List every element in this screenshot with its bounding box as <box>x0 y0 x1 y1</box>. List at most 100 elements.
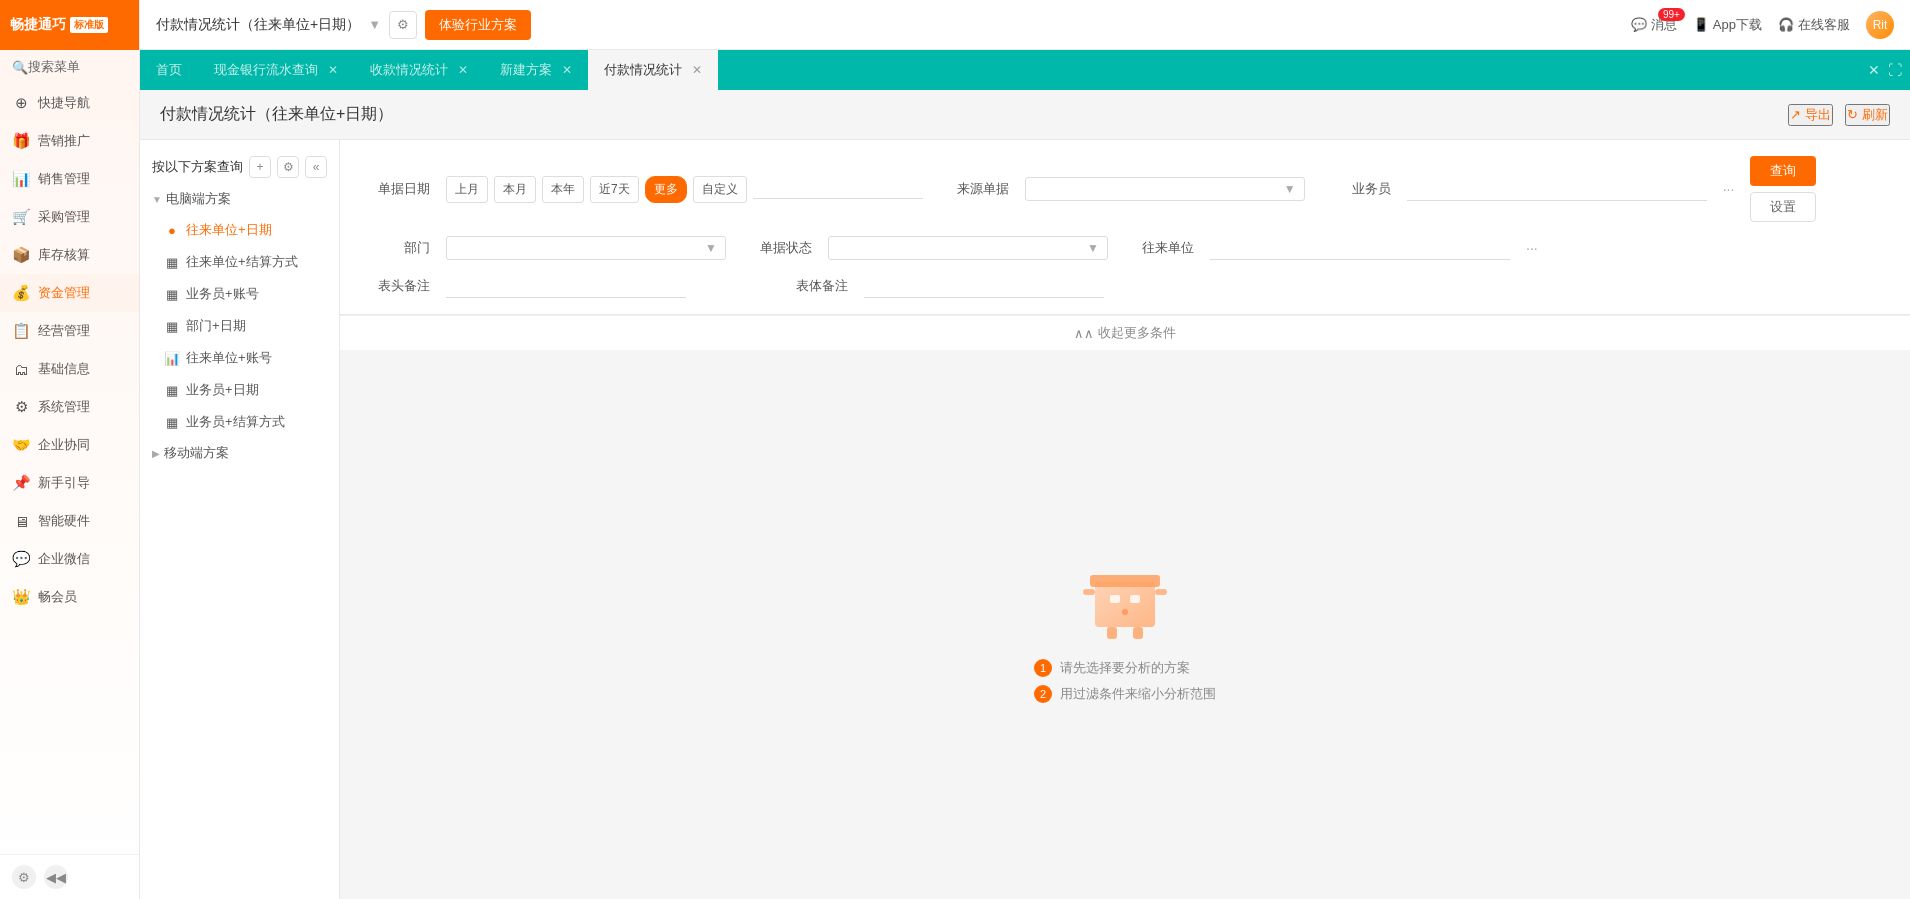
scheme-item-dept-date[interactable]: ▦ 部门+日期 <box>140 310 339 342</box>
tab-bank[interactable]: 现金银行流水查询 ✕ <box>198 50 354 90</box>
tab-label-home: 首页 <box>156 61 182 79</box>
scheme-item-counterpart-account[interactable]: 📊 往来单位+账号 <box>140 342 339 374</box>
refresh-btn[interactable]: ↻ 刷新 <box>1845 104 1890 126</box>
tab-close-receipt[interactable]: ✕ <box>458 63 468 77</box>
sidebar-item-member[interactable]: 👑 畅会员 <box>0 578 139 616</box>
empty-state: 1 请先选择要分析的方案 2 用过滤条件来缩小分析范围 <box>1034 547 1216 703</box>
app-download-btn[interactable]: 📱 App下载 <box>1693 16 1762 34</box>
scheme-item-counterpart-date[interactable]: ● 往来单位+日期 <box>140 214 339 246</box>
header-note-label: 表头备注 <box>360 277 430 295</box>
status-select[interactable]: ▼ <box>828 236 1108 260</box>
sidebar-item-label-fund: 资金管理 <box>38 284 90 302</box>
tip-text-2: 用过滤条件来缩小分析范围 <box>1060 685 1216 703</box>
sidebar-item-icon-guide: 📌 <box>12 474 30 492</box>
message-btn[interactable]: 💬 消息 99+ <box>1631 16 1677 34</box>
tab-close-new[interactable]: ✕ <box>562 63 572 77</box>
custom-btn[interactable]: 自定义 <box>693 176 747 203</box>
tab-bar-actions: ✕ ⛶ <box>1860 50 1910 90</box>
collapse-sidebar-icon[interactable]: ◀◀ <box>44 865 68 889</box>
this-month-btn[interactable]: 本月 <box>494 176 536 203</box>
tab-bar: 首页 现金银行流水查询 ✕ 收款情况统计 ✕ 新建方案 ✕ 付款情况统计 ✕ ✕… <box>140 50 1910 90</box>
top-bar-dropdown-icon[interactable]: ▼ <box>368 17 381 32</box>
add-scheme-btn[interactable]: + <box>249 156 271 178</box>
settings-icon[interactable]: ⚙ <box>12 865 36 889</box>
scheme-item-icon-counterpart-settlement: ▦ <box>164 254 180 270</box>
sidebar-item-inventory[interactable]: 📦 库存核算 <box>0 236 139 274</box>
sidebar-item-wechat[interactable]: 💬 企业微信 <box>0 540 139 578</box>
scheme-settings-btn[interactable]: ⚙ <box>277 156 299 178</box>
last-7days-btn[interactable]: 近7天 <box>590 176 639 203</box>
svg-rect-2 <box>1110 595 1120 603</box>
content-area: 按以下方案查询 + ⚙ « ▼ 电脑端方案 ● 往来单位+日期 ▦ 往来单位+结… <box>140 140 1910 899</box>
sidebar-item-icon-base: 🗂 <box>12 360 30 378</box>
this-year-btn[interactable]: 本年 <box>542 176 584 203</box>
staff-input[interactable] <box>1407 177 1707 201</box>
data-area: 1 请先选择要分析的方案 2 用过滤条件来缩小分析范围 <box>340 350 1910 899</box>
top-bar: 付款情况统计（往来单位+日期） ▼ ⚙ 体验行业方案 💬 消息 99+ 📱 Ap… <box>140 0 1910 50</box>
collapse-filter-btn[interactable]: ∧∧ 收起更多条件 <box>340 315 1910 350</box>
dept-select[interactable]: ▼ <box>446 236 726 260</box>
date-label: 单据日期 <box>360 180 430 198</box>
scheme-item-staff-account[interactable]: ▦ 业务员+账号 <box>140 278 339 310</box>
tab-close-payment[interactable]: ✕ <box>692 63 702 77</box>
more-btn[interactable]: 更多 <box>645 176 687 203</box>
app-label: App下载 <box>1713 16 1762 34</box>
sidebar-item-sales[interactable]: 📊 销售管理 <box>0 160 139 198</box>
sidebar-item-fund[interactable]: 💰 资金管理 <box>0 274 139 312</box>
sidebar-item-guide[interactable]: 📌 新手引导 <box>0 464 139 502</box>
scheme-item-icon-staff-account: ▦ <box>164 286 180 302</box>
sidebar-item-shortcut[interactable]: ⊕ 快捷导航 <box>0 84 139 122</box>
close-all-icon[interactable]: ✕ <box>1868 62 1880 78</box>
sidebar-item-operation[interactable]: 📋 经营管理 <box>0 312 139 350</box>
tab-new[interactable]: 新建方案 ✕ <box>484 50 588 90</box>
counterpart-input[interactable] <box>1210 236 1510 260</box>
source-dropdown-icon: ▼ <box>1284 182 1296 196</box>
scheme-group-title-1[interactable]: ▶ 移动端方案 <box>140 438 339 468</box>
user-avatar[interactable]: Rit <box>1866 11 1894 39</box>
panel-header: 按以下方案查询 + ⚙ « <box>140 150 339 184</box>
query-btn[interactable]: 查询 <box>1750 156 1816 186</box>
scheme-item-label-dept-date: 部门+日期 <box>186 317 246 335</box>
sidebar-item-marketing[interactable]: 🎁 营销推广 <box>0 122 139 160</box>
collapse-panel-btn[interactable]: « <box>305 156 327 178</box>
staff-more-icon[interactable]: ··· <box>1723 181 1735 197</box>
sidebar-item-cooperation[interactable]: 🤝 企业协同 <box>0 426 139 464</box>
date-range-input[interactable]: 2022-01-01 至 2022-12-31 <box>753 180 923 199</box>
tab-receipt[interactable]: 收款情况统计 ✕ <box>354 50 484 90</box>
svg-rect-6 <box>1155 589 1167 595</box>
page-actions: ↗ 导出 ↻ 刷新 <box>1788 104 1890 126</box>
sidebar-item-icon-cooperation: 🤝 <box>12 436 30 454</box>
source-select[interactable]: ▼ <box>1025 177 1305 201</box>
scheme-item-counterpart-settlement[interactable]: ▦ 往来单位+结算方式 <box>140 246 339 278</box>
sidebar-item-system[interactable]: ⚙ 系统管理 <box>0 388 139 426</box>
tab-close-bank[interactable]: ✕ <box>328 63 338 77</box>
tab-home[interactable]: 首页 <box>140 50 198 90</box>
sidebar-item-base[interactable]: 🗂 基础信息 <box>0 350 139 388</box>
export-btn[interactable]: ↗ 导出 <box>1788 104 1833 126</box>
sidebar-item-label-sales: 销售管理 <box>38 170 90 188</box>
scheme-item-label-staff-account: 业务员+账号 <box>186 285 259 303</box>
source-label: 来源单据 <box>939 180 1009 198</box>
top-bar-gear-btn[interactable]: ⚙ <box>389 11 417 39</box>
service-icon: 🎧 <box>1778 17 1794 32</box>
sidebar-item-purchase[interactable]: 🛒 采购管理 <box>0 198 139 236</box>
scheme-item-label-staff-date: 业务员+日期 <box>186 381 259 399</box>
top-bar-title: 付款情况统计（往来单位+日期） <box>156 16 360 34</box>
scheme-item-staff-settlement[interactable]: ▦ 业务员+结算方式 <box>140 406 339 438</box>
trial-btn[interactable]: 体验行业方案 <box>425 10 531 40</box>
scheme-group-title-0[interactable]: ▼ 电脑端方案 <box>140 184 339 214</box>
sidebar-item-hardware[interactable]: 🖥 智能硬件 <box>0 502 139 540</box>
maximize-icon[interactable]: ⛶ <box>1888 62 1902 78</box>
logo: 畅捷通巧 标准版 <box>0 0 139 50</box>
scheme-item-icon-counterpart-account: 📊 <box>164 350 180 366</box>
filter-settings-btn[interactable]: 设置 <box>1750 192 1816 222</box>
scheme-item-staff-date[interactable]: ▦ 业务员+日期 <box>140 374 339 406</box>
service-btn[interactable]: 🎧 在线客服 <box>1778 16 1850 34</box>
last-month-btn[interactable]: 上月 <box>446 176 488 203</box>
counterpart-more-icon[interactable]: ··· <box>1526 240 1538 256</box>
header-note-input[interactable] <box>446 274 686 298</box>
tab-payment[interactable]: 付款情况统计 ✕ <box>588 50 718 90</box>
body-note-input[interactable] <box>864 274 1104 298</box>
search-menu[interactable]: 🔍 搜索菜单 <box>0 50 139 84</box>
tip-num-1: 1 <box>1034 659 1052 677</box>
